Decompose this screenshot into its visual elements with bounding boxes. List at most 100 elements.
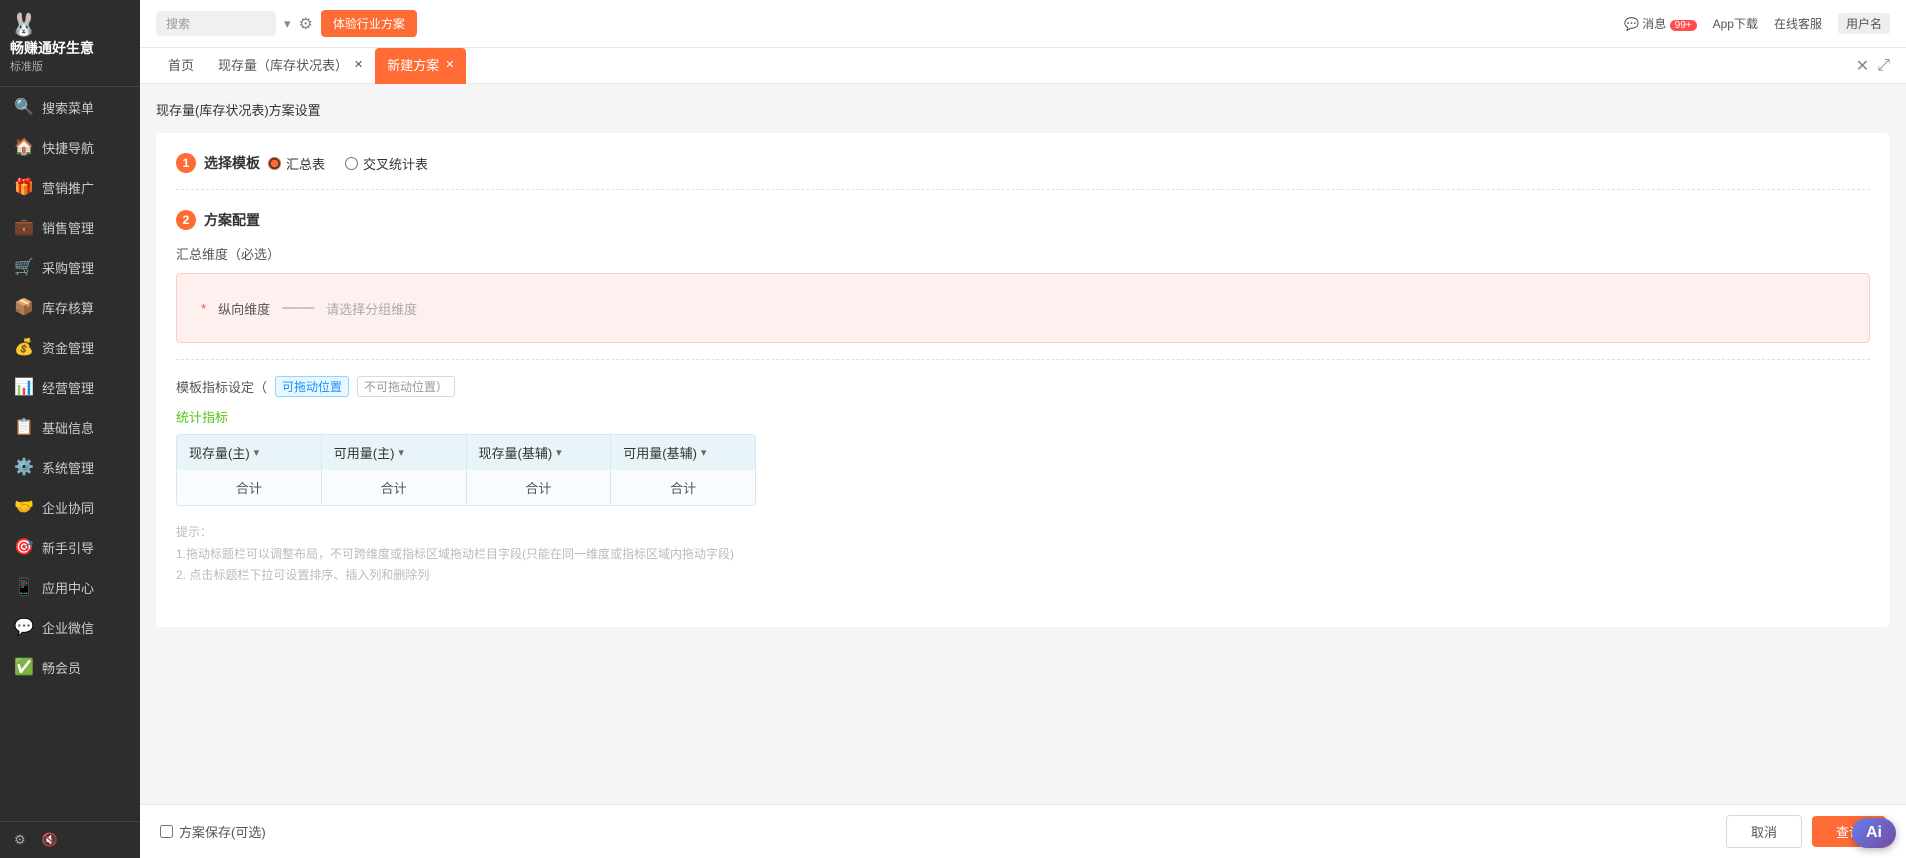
radio-crosstab-input[interactable] [345,157,358,170]
sidebar-item-operation[interactable]: 📊 经营管理 [0,367,140,407]
sidebar-item-system[interactable]: ⚙️ 系统管理 [0,447,140,487]
tab-new-plan[interactable]: 新建方案 ✕ [375,48,466,84]
sidebar-footer: ⚙ 🔇 [0,821,140,858]
stats-col-header-3[interactable]: 可用量(基辅) ▾ [611,435,755,470]
sidebar-item-label: 企业微信 [42,618,94,637]
step1-section: 1 选择模板 汇总表 交叉统计表 [176,153,1870,190]
tab-inventory-status[interactable]: 现存量（库存状况表） ✕ [206,48,375,84]
message-label: 消息 [1642,17,1666,31]
radio-crosstab[interactable]: 交叉统计表 [345,154,428,173]
save-checkbox-label[interactable]: 方案保存(可选) [160,822,1716,841]
tab-new-plan-label: 新建方案 [387,55,439,74]
cancel-button[interactable]: 取消 [1726,815,1802,848]
chevron-icon-3[interactable]: ▾ [701,446,707,459]
sidebar-item-marketing[interactable]: 🎁 营销推广 [0,167,140,207]
industry-plan-button[interactable]: 体验行业方案 [321,10,417,37]
tab-expand-icon[interactable]: ⤢ [1877,57,1890,75]
sidebar-item-wechat[interactable]: 💬 企业微信 [0,607,140,647]
sidebar-item-label: 企业协同 [42,498,94,517]
message-icon[interactable]: 💬 消息 99+ [1624,15,1697,32]
step2-header: 2 方案配置 [176,210,1870,230]
dim-arrow-icon: —— [282,299,314,317]
dim-placeholder-text[interactable]: 请选择分组维度 [326,299,417,318]
dim-area[interactable]: * 纵向维度 —— 请选择分组维度 [176,273,1870,343]
sidebar-item-apps[interactable]: 📱 应用中心 [0,567,140,607]
step2-section: 2 方案配置 汇总维度（必选） * 纵向维度 —— 请选择分组维度 模板指标设定… [176,210,1870,587]
sidebar-item-purchase[interactable]: 🛒 采购管理 [0,247,140,287]
stats-cell-2: 合计 [467,470,612,505]
app-download-link[interactable]: App下载 [1713,15,1758,32]
col-label-1: 可用量(主) [334,443,395,462]
content-area: 现存量(库存状况表)方案设置 1 选择模板 汇总表 交叉统计表 [140,84,1906,804]
stats-col-header-2[interactable]: 现存量(基辅) ▾ [467,435,612,470]
stats-col-header-0[interactable]: 现存量(主) ▾ [177,435,322,470]
sales-icon: 💼 [14,217,34,237]
step1-title: 选择模板 [204,153,260,173]
gear-icon: ⚙️ [14,457,34,477]
radio-summary[interactable]: 汇总表 [268,154,325,173]
dim-required-label: * [201,301,206,316]
tip1-text: 1.拖动标题栏可以调整布局，不可跨维度或指标区域拖动栏目字段(只能在同一维度或指… [176,544,1870,566]
step1-divider [176,189,1870,190]
step1-num: 1 [176,153,196,173]
sidebar-logo: 🐰 畅赚通好生意 标准版 [0,0,140,87]
save-checkbox-input[interactable] [160,825,173,838]
template-radio-group: 汇总表 交叉统计表 [268,154,428,173]
sidebar-item-label: 畅会员 [42,658,81,677]
sidebar-item-label: 应用中心 [42,578,94,597]
audio-footer-icon[interactable]: 🔇 [42,832,58,848]
sidebar-item-quick-nav[interactable]: 🏠 快捷导航 [0,127,140,167]
radio-summary-input[interactable] [268,157,281,170]
sidebar-item-newbie[interactable]: 🎯 新手引导 [0,527,140,567]
sidebar-item-basic[interactable]: 📋 基础信息 [0,407,140,447]
box-icon: 📦 [14,297,34,317]
sidebar-item-label: 采购管理 [42,258,94,277]
config-panel: 1 选择模板 汇总表 交叉统计表 [156,133,1890,627]
sidebar-item-sales[interactable]: 💼 销售管理 [0,207,140,247]
customer-service-link[interactable]: 在线客服 [1774,15,1822,32]
sidebar-item-label: 基础信息 [42,418,94,437]
settings-footer-icon[interactable]: ⚙ [14,832,26,848]
check-icon: ✅ [14,657,34,677]
col-label-3: 可用量(基辅) [623,443,697,462]
stats-cell-1: 合计 [322,470,467,505]
topbar-dropdown-icon[interactable]: ▾ [284,16,291,32]
sidebar-item-search[interactable]: 🔍 搜索菜单 [0,87,140,127]
sidebar-item-contract[interactable]: 🤝 企业协同 [0,487,140,527]
sidebar-item-label: 资金管理 [42,338,94,357]
sidebar-item-label: 库存核算 [42,298,94,317]
sidebar-item-label: 新手引导 [42,538,94,557]
tab-new-plan-close-icon[interactable]: ✕ [445,58,454,71]
step2-num: 2 [176,210,196,230]
gift-icon: 🎁 [14,177,34,197]
message-badge: 99+ [1670,20,1697,31]
topbar-left: 搜索 ▾ ⚙ 体验行业方案 [156,10,1612,37]
non-draggable-badge: 不可拖动位置） [357,376,455,397]
stats-table-header: 现存量(主) ▾ 可用量(主) ▾ 现存量(基辅) ▾ [177,435,755,470]
search-icon: 🔍 [14,97,34,117]
tab-close-icon[interactable]: ✕ [1856,56,1869,76]
sidebar-nav: 🔍 搜索菜单 🏠 快捷导航 🎁 营销推广 💼 销售管理 🛒 采购管理 📦 库存核… [0,87,140,821]
stats-table: 现存量(主) ▾ 可用量(主) ▾ 现存量(基辅) ▾ [176,434,756,506]
ai-badge[interactable]: Ai [1852,818,1896,848]
chevron-icon-1[interactable]: ▾ [398,446,404,459]
sidebar-item-label: 营销推广 [42,178,94,197]
topbar-search-display: 搜索 [156,11,276,36]
stats-col-header-1[interactable]: 可用量(主) ▾ [322,435,467,470]
topbar-settings-icon[interactable]: ⚙ [299,14,313,34]
tab-inventory-close-icon[interactable]: ✕ [354,58,363,71]
sidebar-item-label: 经营管理 [42,378,94,397]
stats-cell-3: 合计 [611,470,755,505]
cart-icon: 🛒 [14,257,34,277]
step2-title: 方案配置 [204,210,260,230]
chevron-icon-2[interactable]: ▾ [556,446,562,459]
sidebar-item-inventory[interactable]: 📦 库存核算 [0,287,140,327]
chevron-icon-0[interactable]: ▾ [254,446,260,459]
indicator-section: 模板指标设定（ 可拖动位置 不可拖动位置） 统计指标 现存量(主) ▾ [176,376,1870,587]
user-name-display[interactable]: 用户名 [1838,13,1890,34]
tab-home[interactable]: 首页 [156,48,206,84]
handshake-icon: 🤝 [14,497,34,517]
sidebar-item-member[interactable]: ✅ 畅会员 [0,647,140,687]
sidebar-item-finance[interactable]: 💰 资金管理 [0,327,140,367]
radio-summary-label: 汇总表 [286,154,325,173]
